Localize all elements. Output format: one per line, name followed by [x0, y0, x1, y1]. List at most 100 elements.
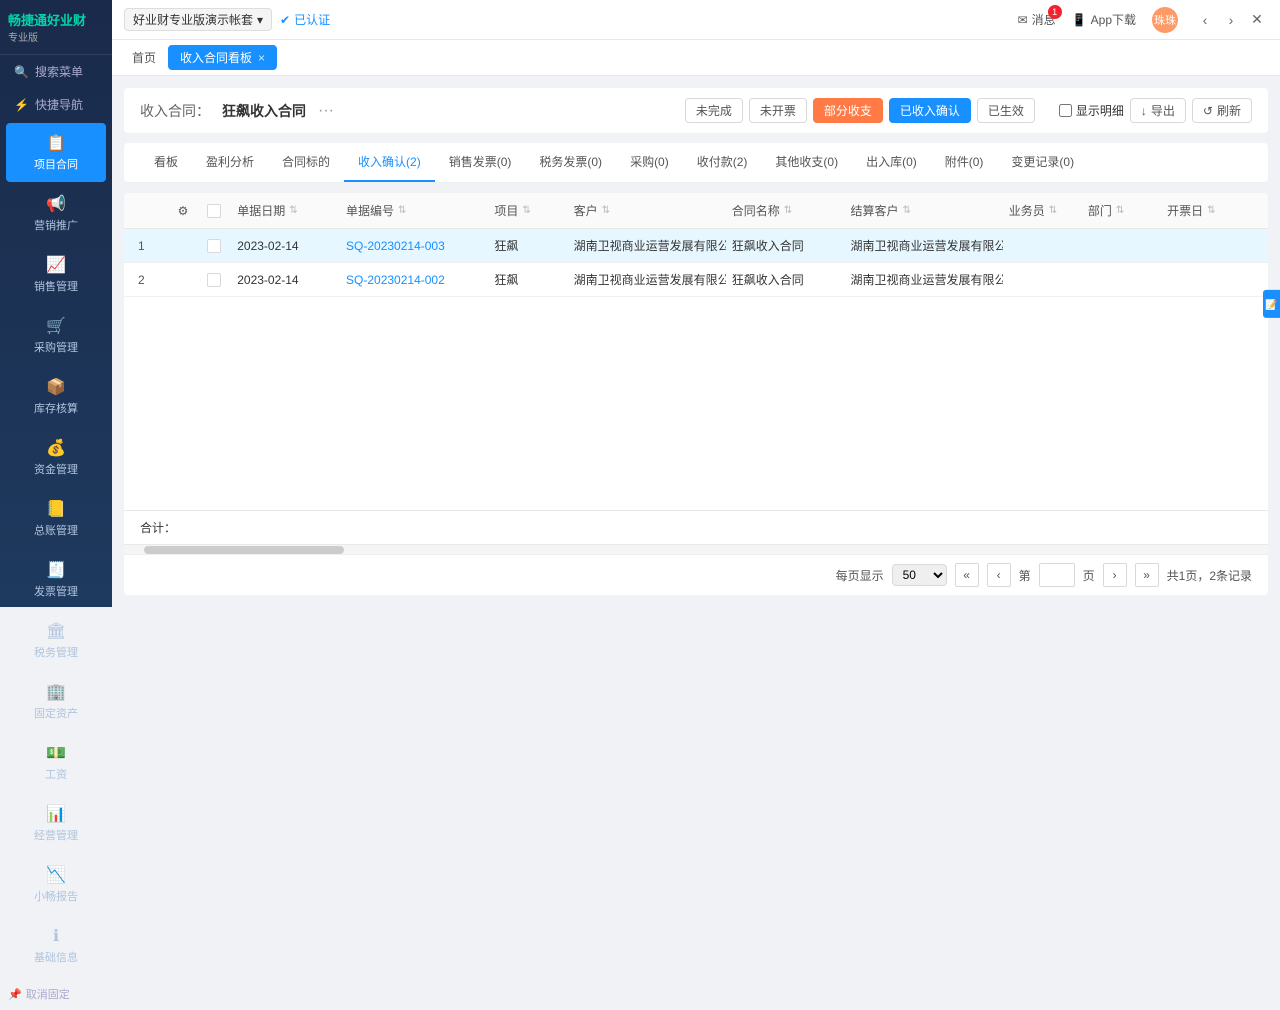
first-page-button[interactable]: «: [955, 563, 979, 587]
row-checkbox[interactable]: [207, 273, 221, 287]
tab-盈利分析[interactable]: 盈利分析: [192, 143, 268, 182]
sidebar-item-发票管理[interactable]: 🧾发票管理: [6, 550, 106, 609]
app-name: 畅捷通好业财: [8, 10, 104, 29]
sort-icon[interactable]: ⇅: [289, 205, 297, 216]
prev-icon[interactable]: ‹: [1194, 9, 1216, 31]
show-detail-checkbox[interactable]: [1059, 104, 1072, 117]
sidebar-item-项目合同[interactable]: 📋项目合同: [6, 123, 106, 182]
th-check[interactable]: [201, 204, 231, 218]
notification-badge: 1: [1048, 5, 1062, 19]
tab-收付款[interactable]: 收付款(2): [683, 143, 762, 182]
horizontal-scrollbar[interactable]: [124, 544, 1268, 554]
order-link[interactable]: SQ-20230214-002: [346, 273, 445, 287]
side-note-icon[interactable]: 📝: [1263, 289, 1280, 317]
th-project-label: 项目: [494, 202, 518, 219]
home-tab[interactable]: 首页: [124, 49, 164, 66]
sidebar-item-label: 项目合同: [34, 156, 78, 172]
last-page-button[interactable]: »: [1135, 563, 1159, 587]
sidebar-item-icon: 🏛: [46, 621, 66, 641]
row-checkbox[interactable]: [207, 239, 221, 253]
td-check[interactable]: [201, 273, 231, 287]
sidebar-item-小畅报告[interactable]: 📉小畅报告: [6, 855, 106, 914]
sidebar-quick-nav[interactable]: ⚡ 快捷导航: [0, 88, 112, 121]
status-btn-未开票[interactable]: 未开票: [749, 98, 807, 123]
status-btn-部分收支[interactable]: 部分收支: [813, 98, 883, 123]
active-tab[interactable]: 收入合同看板 ×: [168, 45, 277, 70]
sidebar-item-icon: 📈: [46, 255, 66, 275]
status-buttons: 未完成未开票部分收支已收入确认已生效: [685, 98, 1035, 123]
contract-menu-icon[interactable]: ···: [318, 102, 334, 120]
sort-icon[interactable]: ⇅: [522, 205, 530, 216]
tab-销售发票[interactable]: 销售发票(0): [435, 143, 526, 182]
status-btn-未完成[interactable]: 未完成: [685, 98, 743, 123]
close-icon[interactable]: ✕: [1246, 9, 1268, 31]
sidebar-item-采购管理[interactable]: 🛒采购管理: [6, 306, 106, 365]
sort-icon[interactable]: ⇅: [1207, 205, 1215, 216]
tab-附件[interactable]: 附件(0): [931, 143, 998, 182]
tab-税务发票[interactable]: 税务发票(0): [525, 143, 616, 182]
prev-page-button[interactable]: ‹: [987, 563, 1011, 587]
message-button[interactable]: ✉ 1 消息: [1018, 11, 1056, 28]
sort-icon[interactable]: ⇅: [903, 205, 911, 216]
scrollbar-thumb[interactable]: [144, 546, 344, 554]
status-btn-已生效[interactable]: 已生效: [977, 98, 1035, 123]
sidebar-item-固定资产[interactable]: 🏢固定资产: [6, 672, 106, 731]
sidebar-item-总账管理[interactable]: 📒总账管理: [6, 489, 106, 548]
refresh-button[interactable]: ↺ 刷新: [1192, 98, 1252, 123]
sidebar-item-税务管理[interactable]: 🏛税务管理: [6, 611, 106, 670]
sort-icon[interactable]: ⇅: [784, 205, 792, 216]
sidebar-item-资金管理[interactable]: 💰资金管理: [6, 428, 106, 487]
sort-icon[interactable]: ⇅: [602, 205, 610, 216]
sidebar-item-icon: 💵: [46, 743, 66, 763]
app-download-button[interactable]: 📱 App下载: [1072, 11, 1136, 28]
th-settle: 结算客户 ⇅: [844, 202, 1002, 219]
td-order[interactable]: SQ-20230214-002: [340, 273, 488, 287]
page-input[interactable]: 1: [1039, 563, 1075, 587]
th-gear[interactable]: ⚙: [172, 204, 202, 218]
order-link[interactable]: SQ-20230214-003: [346, 239, 445, 253]
tab-收入确认[interactable]: 收入确认(2): [344, 143, 435, 182]
show-detail-checkbox-group: 显示明细: [1059, 98, 1124, 123]
next-icon[interactable]: ›: [1220, 9, 1242, 31]
sidebar-item-营销推广[interactable]: 📢营销推广: [6, 184, 106, 243]
sidebar-item-销售管理[interactable]: 📈 销售管理: [6, 245, 106, 304]
header-checkbox[interactable]: [207, 204, 221, 218]
sidebar-item-icon: 🏢: [46, 682, 66, 702]
th-project: 项目 ⇅: [488, 202, 567, 219]
sort-icon[interactable]: ⇅: [1116, 205, 1124, 216]
table-row[interactable]: 1 2023-02-14 SQ-20230214-003 狂飙 湖南卫视商业运营…: [124, 229, 1268, 263]
status-btn-已收入确认[interactable]: 已收入确认: [889, 98, 971, 123]
check-icon: ✔: [280, 13, 290, 27]
company-selector[interactable]: 好业财专业版演示帐套 ▾: [124, 8, 272, 31]
tab-看板[interactable]: 看板: [140, 143, 192, 182]
table-container: ⚙ 单据日期 ⇅ 单据编号 ⇅ 项目 ⇅ 客户: [124, 193, 1268, 595]
tab-合同标的[interactable]: 合同标的: [268, 143, 344, 182]
sidebar-item-基础信息[interactable]: ℹ基础信息: [6, 916, 106, 975]
td-check[interactable]: [201, 239, 231, 253]
export-button[interactable]: ↓ 导出: [1130, 98, 1186, 123]
per-page-label: 每页显示: [836, 567, 884, 584]
sidebar-bottom-pin[interactable]: 📌 取消固定: [0, 977, 112, 1010]
per-page-select[interactable]: 50 20 100: [892, 564, 947, 586]
sidebar-search[interactable]: 🔍 搜索菜单: [0, 55, 112, 88]
main-area: 好业财专业版演示帐套 ▾ ✔ 已认证 ✉ 1 消息 📱 App下载 珠珠 ‹: [112, 0, 1280, 607]
td-order[interactable]: SQ-20230214-003: [340, 239, 488, 253]
table-row[interactable]: 2 2023-02-14 SQ-20230214-002 狂飙 湖南卫视商业运营…: [124, 263, 1268, 297]
sidebar-item-库存核算[interactable]: 📦库存核算: [6, 367, 106, 426]
sidebar-item-label: 销售管理: [34, 278, 78, 294]
user-avatar[interactable]: 珠珠: [1152, 7, 1178, 33]
next-page-button[interactable]: ›: [1103, 563, 1127, 587]
tab-变更记录[interactable]: 变更记录(0): [997, 143, 1088, 182]
sort-icon[interactable]: ⇅: [398, 205, 406, 216]
right-action-buttons: 显示明细 ↓ 导出 ↺ 刷新: [1059, 98, 1252, 123]
sort-icon[interactable]: ⇅: [1049, 205, 1057, 216]
tab-出入库[interactable]: 出入库(0): [852, 143, 931, 182]
page-label-current: 第: [1019, 567, 1031, 584]
tab-采购[interactable]: 采购(0): [616, 143, 683, 182]
sidebar-item-工资[interactable]: 💵工资: [6, 733, 106, 792]
th-order-label: 单据编号: [346, 202, 394, 219]
sidebar-item-icon: 📢: [46, 194, 66, 214]
sidebar-item-经营管理[interactable]: 📊经营管理: [6, 794, 106, 853]
close-tab-icon[interactable]: ×: [258, 51, 265, 65]
tab-其他收支[interactable]: 其他收支(0): [761, 143, 852, 182]
